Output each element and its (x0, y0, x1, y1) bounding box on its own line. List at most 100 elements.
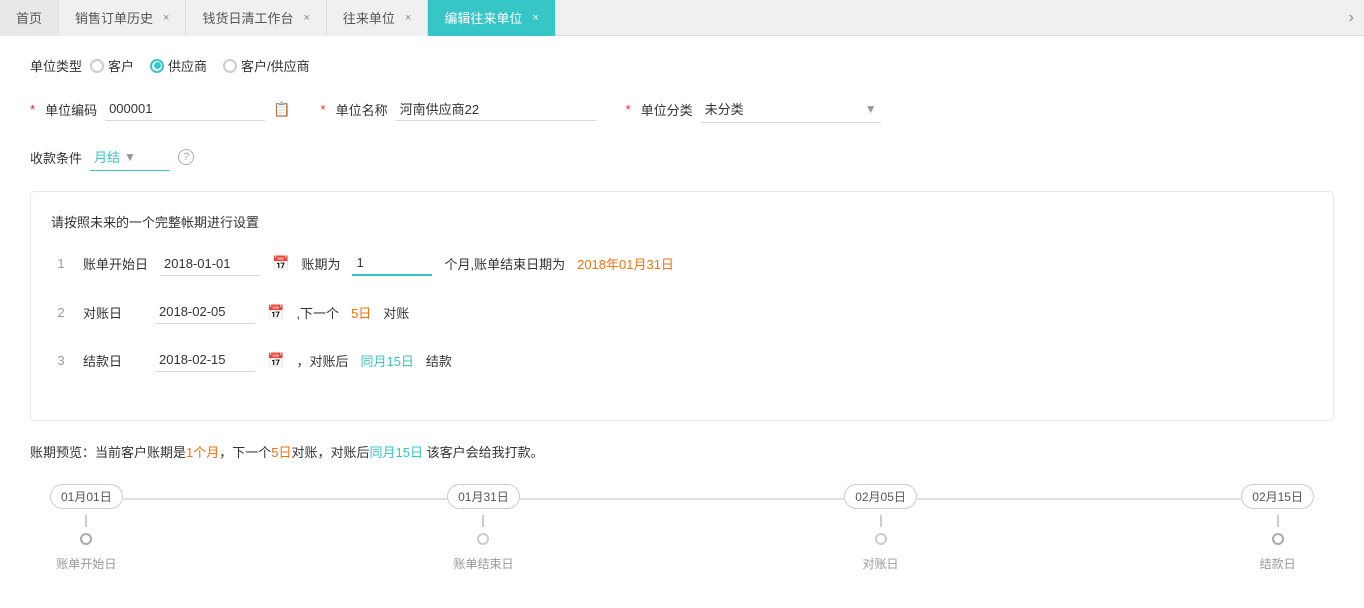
unit-type-label: 单位类型 (30, 56, 82, 75)
unit-category-value: 未分类 (705, 99, 861, 118)
tab-edit-contacts-close[interactable]: × (532, 12, 538, 24)
preview-mid-2: 对账，对账后 (292, 445, 370, 460)
preview-highlight-1: 1个月 (186, 445, 219, 460)
timeline-badge-0: 01月01日 (50, 484, 123, 509)
timeline-dot-3 (1272, 533, 1284, 545)
timeline-badge-1: 01月31日 (447, 484, 520, 509)
tab-sales-history[interactable]: 销售订单历史 × (59, 0, 186, 36)
period-num-3: 3 (51, 353, 71, 368)
preview-highlight-3: 同月15日 (370, 445, 423, 460)
unit-type-group: 单位类型 客户 供应商 客户/供应商 (30, 56, 310, 75)
tab-cash-work-close[interactable]: × (303, 12, 309, 24)
radio-customer[interactable]: 客户 (90, 56, 134, 75)
period-months-input[interactable] (352, 251, 432, 276)
unit-code-label: 单位编码 (45, 100, 97, 119)
preview-mid-1: ，下一个 (219, 445, 271, 460)
period-highlight-3: 同月15日 (360, 351, 413, 370)
tab-chevron-icon[interactable]: › (1339, 0, 1364, 35)
timeline-dot-1 (477, 533, 489, 545)
unit-category-arrow-icon: ▼ (865, 102, 877, 116)
tab-cash-work-label: 钱货日清工作台 (202, 8, 293, 27)
period-row-2: 2 对账日 📅 ,下一个 5日对账 (51, 300, 1313, 324)
timeline-badge-2: 02月05日 (844, 484, 917, 509)
radio-customer-label: 客户 (108, 56, 134, 75)
payment-help-icon[interactable]: ? (178, 149, 194, 165)
radio-both[interactable]: 客户/供应商 (223, 56, 310, 75)
timeline-section: 01月01日 账单开始日 01月31日 账单结束日 02月05日 对账日 (30, 484, 1334, 572)
tab-bar: 首页 销售订单历史 × 钱货日清工作台 × 往来单位 × 编辑往来单位 × › (0, 0, 1364, 36)
unit-name-required: * (321, 102, 326, 117)
payment-group: 收款条件 月结 ▼ ? (30, 143, 194, 171)
tab-home[interactable]: 首页 (0, 0, 59, 36)
timeline-label-3: 结款日 (1260, 555, 1296, 572)
period-date-3[interactable] (155, 348, 255, 372)
radio-supplier[interactable]: 供应商 (150, 56, 207, 75)
period-cal-icon-2[interactable]: 📅 (267, 304, 284, 321)
unit-name-group: * 单位名称 (321, 97, 596, 121)
unit-category-group: * 单位分类 未分类 ▼ (626, 95, 881, 123)
timeline-line-2 (520, 498, 844, 500)
period-label-2: 对账日 (83, 303, 143, 322)
tab-edit-contacts[interactable]: 编辑往来单位 × (428, 0, 555, 36)
period-end-date: 2018年01月31日 (577, 254, 674, 273)
tab-contacts[interactable]: 往来单位 × (327, 0, 428, 36)
period-cal-icon-3[interactable]: 📅 (267, 352, 284, 369)
radio-both-label: 客户/供应商 (241, 56, 310, 75)
tab-sales-history-label: 销售订单历史 (75, 8, 153, 27)
timeline-point-2: 02月05日 对账日 (844, 484, 917, 572)
preview-suffix: 该客户会给我打款。 (427, 445, 544, 460)
timeline-label-1: 账单结束日 (453, 555, 513, 572)
unit-code-group: * 单位编码 📋 (30, 97, 291, 121)
period-date-2[interactable] (155, 300, 255, 324)
timeline-dot-0 (80, 533, 92, 545)
tab-sales-history-close[interactable]: × (163, 12, 169, 24)
period-row-1: 1 账单开始日 📅 账期为 个月,账单结束日期为 2018年01月31日 (51, 251, 1313, 276)
payment-value: 月结 (94, 147, 120, 166)
radio-group: 客户 供应商 客户/供应商 (90, 56, 310, 75)
unit-code-input[interactable] (105, 97, 265, 121)
settings-box: 请按照未来的一个完整帐期进行设置 1 账单开始日 📅 账期为 个月,账单结束日期… (30, 191, 1334, 421)
period-num-1: 1 (51, 256, 71, 271)
unit-name-label: 单位名称 (336, 100, 388, 119)
unit-code-calendar-icon[interactable]: 📋 (273, 101, 290, 118)
preview-prefix: 账期预览：当前客户账期是 (30, 445, 186, 460)
period-suffix-post-2: 对账 (383, 303, 409, 322)
period-suffix-pre-2: ,下一个 (296, 303, 339, 322)
unit-category-required: * (626, 102, 631, 117)
period-cal-icon-1[interactable]: 📅 (272, 255, 289, 272)
tab-contacts-close[interactable]: × (405, 12, 411, 24)
unit-code-required: * (30, 102, 35, 117)
timeline-dot-2 (875, 533, 887, 545)
main-content: 单位类型 客户 供应商 客户/供应商 * 单位编码 (0, 36, 1364, 608)
radio-customer-circle (90, 59, 104, 73)
payment-arrow-icon: ▼ (124, 150, 136, 164)
timeline-point-3: 02月15日 结款日 (1241, 484, 1314, 572)
period-suffix-post-3: 结款 (426, 351, 452, 370)
unit-info-row: * 单位编码 📋 * 单位名称 * 单位分类 未分类 ▼ (30, 95, 1334, 123)
unit-category-select[interactable]: 未分类 ▼ (701, 95, 881, 123)
timeline-badge-3: 02月15日 (1241, 484, 1314, 509)
timeline-line-3 (917, 498, 1241, 500)
preview-highlight-2: 5日 (271, 445, 291, 460)
timeline-point-0: 01月01日 账单开始日 (50, 484, 123, 572)
period-date-1[interactable] (160, 252, 260, 276)
unit-type-row: 单位类型 客户 供应商 客户/供应商 (30, 56, 1334, 75)
payment-label: 收款条件 (30, 148, 82, 167)
payment-select[interactable]: 月结 ▼ (90, 143, 170, 171)
period-num-2: 2 (51, 305, 71, 320)
settings-title: 请按照未来的一个完整帐期进行设置 (51, 212, 1313, 231)
tab-edit-contacts-label: 编辑往来单位 (444, 8, 522, 27)
radio-supplier-label: 供应商 (168, 56, 207, 75)
timeline-label-0: 账单开始日 (56, 555, 116, 572)
period-label-3: 结款日 (83, 351, 143, 370)
timeline-point-1: 01月31日 账单结束日 (447, 484, 520, 572)
timeline-label-2: 对账日 (863, 555, 899, 572)
period-suffix-pre-1: 个月,账单结束日期为 (444, 254, 565, 273)
unit-category-label: 单位分类 (641, 100, 693, 119)
period-label-1: 账单开始日 (83, 254, 148, 273)
timeline-points: 01月01日 账单开始日 01月31日 账单结束日 02月05日 对账日 (40, 484, 1324, 572)
period-highlight-2: 5日 (351, 303, 371, 322)
tab-cash-work[interactable]: 钱货日清工作台 × (186, 0, 326, 36)
tab-home-label: 首页 (16, 8, 42, 27)
unit-name-input[interactable] (396, 97, 596, 121)
